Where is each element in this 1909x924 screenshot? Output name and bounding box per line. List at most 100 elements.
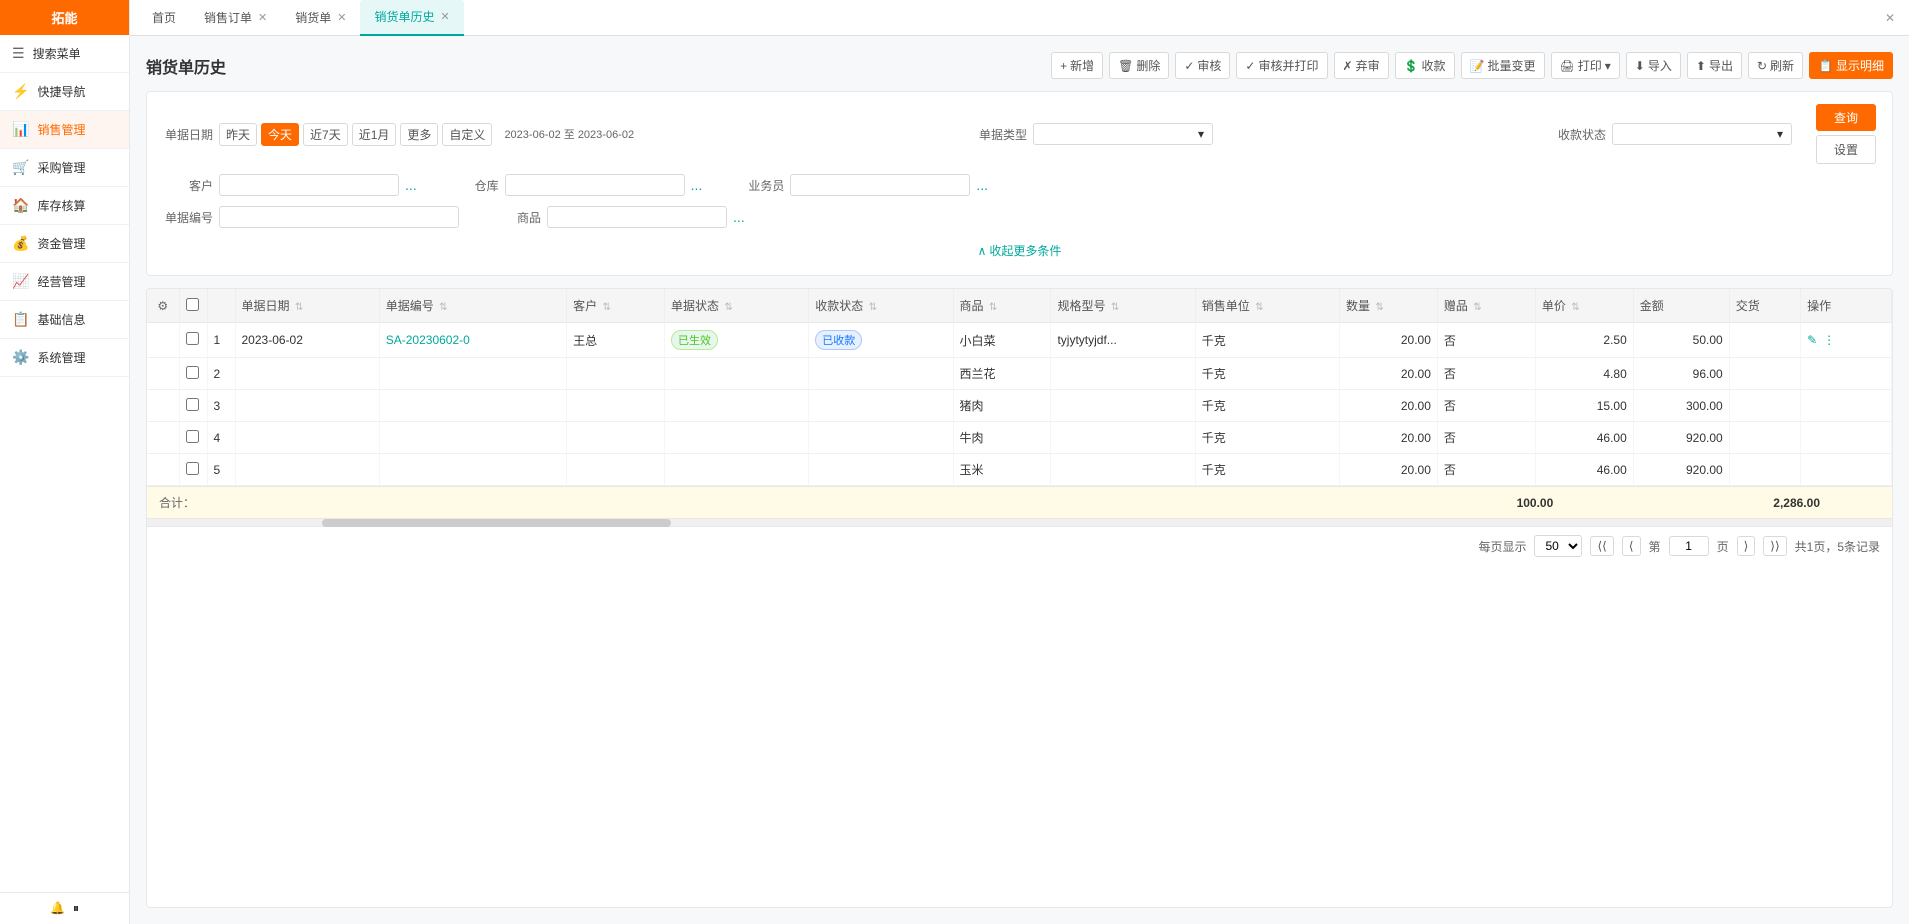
sidebar-item-search-menu[interactable]: ☰ 搜索菜单	[0, 35, 129, 73]
query-button[interactable]: 查询	[1816, 104, 1876, 131]
filter-docnum-input[interactable]	[219, 206, 459, 228]
audit-button[interactable]: ✓ 审核	[1175, 52, 1230, 79]
sidebar-item-sales-mgmt[interactable]: 📊 销售管理	[0, 111, 129, 149]
sidebar-item-sys-mgmt[interactable]: ⚙️ 系统管理	[0, 339, 129, 377]
row-settings	[147, 422, 179, 454]
import-button[interactable]: ⬇ 导入	[1626, 52, 1681, 79]
batch-change-button[interactable]: 📝 批量变更	[1461, 52, 1545, 79]
row-qty: 20.00	[1339, 390, 1437, 422]
page-first-btn[interactable]: ⟨⟨	[1590, 536, 1613, 556]
row-checkbox[interactable]	[186, 398, 199, 411]
tab-sales-goods-close[interactable]: ✕	[337, 11, 346, 24]
row-checkbox	[179, 390, 207, 422]
row-checkbox	[179, 323, 207, 358]
filter-staff-item: 业务员 ...	[734, 174, 988, 196]
date-quick-1month[interactable]: 近1月	[352, 123, 397, 146]
add-button[interactable]: + 新增	[1051, 52, 1103, 79]
edit-action[interactable]: ✎	[1807, 333, 1817, 347]
sidebar-item-inventory[interactable]: 🏠 库存核算	[0, 187, 129, 225]
delete-button[interactable]: 🗑 删除	[1109, 52, 1169, 79]
collect-button[interactable]: 💲 收款	[1395, 52, 1455, 79]
col-doc-status-label: 单据状态	[671, 299, 719, 313]
sidebar-item-purchase-mgmt[interactable]: 🛒 采购管理	[0, 149, 129, 187]
col-gift[interactable]: 赠品 ⇅	[1437, 289, 1535, 323]
filter-staff-input[interactable]	[790, 174, 970, 196]
sidebar-item-finance-mgmt[interactable]: 💰 资金管理	[0, 225, 129, 263]
col-gift-label: 赠品	[1444, 299, 1468, 313]
col-doc-num[interactable]: 单据编号 ⇅	[379, 289, 566, 323]
filter-goods-input[interactable]	[547, 206, 727, 228]
horizontal-scrollbar[interactable]	[147, 518, 1892, 526]
page-prev-btn[interactable]: ⟨	[1622, 536, 1641, 556]
refresh-button[interactable]: ↻ 刷新	[1748, 52, 1803, 79]
date-quick-more[interactable]: 更多	[400, 123, 438, 146]
notification-icon[interactable]: 🔔	[50, 901, 65, 916]
tab-sales-order[interactable]: 销售订单 ✕	[190, 0, 281, 36]
col-action-label: 操作	[1807, 299, 1831, 313]
collapse-button[interactable]: ∧ 收起更多条件	[974, 238, 1066, 263]
row-checkbox[interactable]	[186, 332, 199, 345]
doc-num-link[interactable]: SA-20230602-0	[386, 333, 470, 347]
row-doc-num	[379, 454, 566, 486]
col-collect-status[interactable]: 收款状态 ⇅	[809, 289, 953, 323]
date-quick-today[interactable]: 今天	[261, 123, 299, 146]
row-checkbox[interactable]	[186, 462, 199, 475]
tab-sales-order-close[interactable]: ✕	[258, 11, 267, 24]
filter-customer-input[interactable]	[219, 174, 399, 196]
date-quick-yesterday[interactable]: 昨天	[219, 123, 257, 146]
abandon-button[interactable]: ✗ 弃审	[1334, 52, 1389, 79]
pause-icon[interactable]: ⏸	[73, 901, 79, 916]
sort-doc-date-icon: ⇅	[295, 302, 303, 313]
row-checkbox[interactable]	[186, 430, 199, 443]
filter-doc-type-select[interactable]: ▾	[1033, 123, 1213, 145]
table-settings-icon[interactable]: ⚙	[157, 299, 168, 313]
setting-button[interactable]: 设置	[1816, 135, 1876, 164]
col-sales-unit[interactable]: 销售单位 ⇅	[1195, 289, 1339, 323]
filter-warehouse-input[interactable]	[505, 174, 685, 196]
col-spec-type[interactable]: 规格型号 ⇅	[1051, 289, 1195, 323]
sidebar-item-quick-nav[interactable]: ⚡ 快捷导航	[0, 73, 129, 111]
filter-collect-status-select[interactable]: ▾	[1612, 123, 1792, 145]
print-button[interactable]: 🖨 打印 ▾	[1551, 52, 1620, 79]
tab-sales-goods[interactable]: 销货单 ✕	[281, 0, 360, 36]
goods-ellipsis-btn[interactable]: ...	[733, 209, 745, 225]
col-settings[interactable]: ⚙	[147, 289, 179, 323]
filter-staff-label: 业务员	[734, 177, 784, 194]
col-doc-status[interactable]: 单据状态 ⇅	[665, 289, 809, 323]
col-goods[interactable]: 商品 ⇅	[953, 289, 1051, 323]
tab-home[interactable]: 首页	[138, 0, 190, 36]
page-next-btn[interactable]: ⟩	[1737, 536, 1756, 556]
row-customer: 王总	[567, 323, 665, 358]
audit-print-icon: ✓	[1245, 59, 1255, 73]
sidebar-item-basic-info[interactable]: 📋 基础信息	[0, 301, 129, 339]
row-checkbox[interactable]	[186, 366, 199, 379]
page-last-btn[interactable]: ⟩⟩	[1763, 536, 1786, 556]
date-quick-7days[interactable]: 近7天	[303, 123, 348, 146]
col-doc-date[interactable]: 单据日期 ⇅	[235, 289, 379, 323]
col-qty-label: 数量	[1346, 299, 1370, 313]
import-label: 导入	[1648, 57, 1672, 74]
sidebar-item-ops-mgmt[interactable]: 📈 经营管理	[0, 263, 129, 301]
show-detail-button[interactable]: 📋 显示明细	[1809, 52, 1893, 79]
date-quick-custom[interactable]: 自定义	[442, 123, 492, 146]
export-button[interactable]: ⬆ 导出	[1687, 52, 1742, 79]
warehouse-ellipsis-btn[interactable]: ...	[691, 177, 703, 193]
staff-ellipsis-btn[interactable]: ...	[976, 177, 988, 193]
row-action	[1801, 454, 1892, 486]
col-customer[interactable]: 客户 ⇅	[567, 289, 665, 323]
tab-sales-history-close[interactable]: ✕	[441, 10, 450, 23]
tab-close-all[interactable]: ✕	[1879, 7, 1901, 29]
page-num-input[interactable]	[1669, 536, 1709, 556]
audit-print-button[interactable]: ✓ 审核并打印	[1236, 52, 1327, 79]
tab-sales-history[interactable]: 销货单历史 ✕	[360, 0, 463, 36]
col-qty[interactable]: 数量 ⇅	[1339, 289, 1437, 323]
row-collect-status	[809, 390, 953, 422]
data-table: ⚙ 单据日期 ⇅ 单据编号 ⇅	[147, 289, 1892, 486]
more-action[interactable]: ⋮	[1823, 333, 1835, 347]
per-page-select[interactable]: 50	[1534, 535, 1582, 557]
col-unit-price[interactable]: 单价 ⇅	[1535, 289, 1633, 323]
select-all-checkbox[interactable]	[186, 298, 199, 311]
scrollbar-thumb[interactable]	[322, 519, 671, 527]
col-checkbox[interactable]	[179, 289, 207, 323]
customer-ellipsis-btn[interactable]: ...	[405, 177, 417, 193]
